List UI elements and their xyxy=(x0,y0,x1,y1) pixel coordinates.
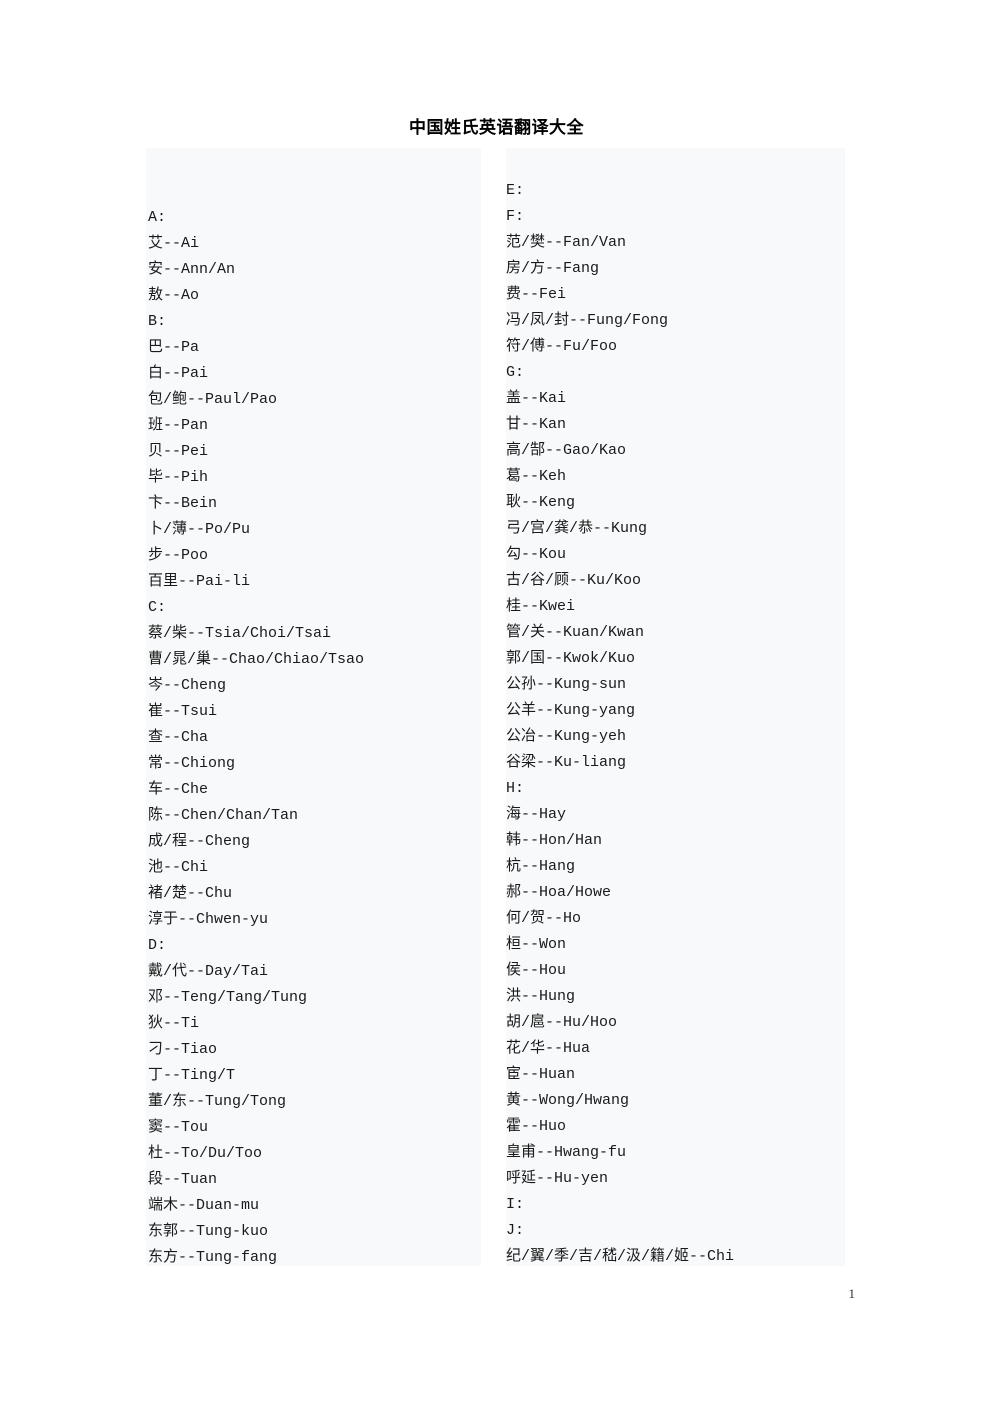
surname-entry: 侯--Hou xyxy=(506,962,567,979)
surname-entry: 蔡/柴--Tsia/Choi/Tsai xyxy=(148,625,332,642)
surname-entry: 甘--Kan xyxy=(506,416,567,433)
surname-entry: 公羊--Kung-yang xyxy=(506,702,636,719)
section-heading: A: xyxy=(148,209,167,226)
surname-entry: 百里--Pai-li xyxy=(148,573,251,590)
surname-entry: 纪/翼/季/吉/嵇/汲/籍/姬--Chi xyxy=(506,1248,735,1265)
surname-entry: 车--Che xyxy=(148,781,209,798)
surname-entry: 房/方--Fang xyxy=(506,260,600,277)
surname-entry: 毕--Pih xyxy=(148,469,209,486)
surname-entry: 公孙--Kung-sun xyxy=(506,676,627,693)
surname-entry: 胡/扈--Hu/Hoo xyxy=(506,1014,618,1031)
section-heading: F: xyxy=(506,208,525,225)
surname-entry: 霍--Huo xyxy=(506,1118,567,1135)
section-heading: C: xyxy=(148,599,167,616)
surname-entry: 桓--Won xyxy=(506,936,567,953)
surname-entry: 卜/薄--Po/Pu xyxy=(148,521,251,538)
surname-entry: 高/郜--Gao/Kao xyxy=(506,442,627,459)
surname-entry: 包/鲍--Paul/Pao xyxy=(148,391,278,408)
section-heading: I: xyxy=(506,1196,525,1213)
section-heading: B: xyxy=(148,313,167,330)
section-heading: J: xyxy=(506,1222,525,1239)
surname-entry: 邓--Teng/Tang/Tung xyxy=(148,989,308,1006)
section-heading: G: xyxy=(506,364,525,381)
surname-entry: 古/谷/顾--Ku/Koo xyxy=(506,572,642,589)
surname-entry: 宦--Huan xyxy=(506,1066,576,1083)
surname-entry: 东郭--Tung-kuo xyxy=(148,1223,269,1240)
surname-entry: 淳于--Chwen-yu xyxy=(148,911,269,928)
surname-entry: 盖--Kai xyxy=(506,390,567,407)
surname-entry: 符/傅--Fu/Foo xyxy=(506,338,618,355)
surname-entry: 贝--Pei xyxy=(148,443,209,460)
surname-entry: 陈--Chen/Chan/Tan xyxy=(148,807,299,824)
surname-entry: 杭--Hang xyxy=(506,858,576,875)
surname-entry: 管/关--Kuan/Kwan xyxy=(506,624,645,641)
surname-entry: 端木--Duan-mu xyxy=(148,1197,260,1214)
surname-entry: 公冶--Kung-yeh xyxy=(506,728,627,745)
section-heading: H: xyxy=(506,780,525,797)
surname-entry: 勾--Kou xyxy=(506,546,567,563)
section-heading: D: xyxy=(148,937,167,954)
surname-entry: 狄--Ti xyxy=(148,1015,200,1032)
surname-entry: 段--Tuan xyxy=(148,1171,218,1188)
surname-entry: 安--Ann/An xyxy=(148,261,236,278)
surname-entry: 杜--To/Du/Too xyxy=(148,1145,263,1162)
surname-entry: 洪--Hung xyxy=(506,988,576,1005)
surname-entry: 查--Cha xyxy=(148,729,209,746)
surname-entry: 韩--Hon/Han xyxy=(506,832,603,849)
surname-entry: 崔--Tsui xyxy=(148,703,218,720)
surname-entry: 成/程--Cheng xyxy=(148,833,251,850)
surname-entry: 常--Chiong xyxy=(148,755,236,772)
surname-entry: 范/樊--Fan/Van xyxy=(506,234,627,251)
surname-entry: 谷梁--Ku-liang xyxy=(506,754,627,771)
surname-entry: 费--Fei xyxy=(506,286,567,303)
surname-entry: 巴--Pa xyxy=(148,339,200,356)
surname-entry: 董/东--Tung/Tong xyxy=(148,1093,287,1110)
surname-entry: 郭/国--Kwok/Kuo xyxy=(506,650,636,667)
surname-entry: 池--Chi xyxy=(148,859,209,876)
surname-entry: 刁--Tiao xyxy=(148,1041,218,1058)
surname-entry: 葛--Keh xyxy=(506,468,567,485)
page-number: 1 xyxy=(848,1286,856,1301)
column-gutter xyxy=(481,148,506,1266)
surname-entry: 卞--Bein xyxy=(148,495,218,512)
surname-entry: 皇甫--Hwang-fu xyxy=(506,1144,627,1161)
surname-column-left: A: 艾--Ai 安--Ann/An 敖--Ao B: 巴--Pa 白--Pai 包/鲍--P… xyxy=(148,205,478,1271)
surname-entry: 岑--Cheng xyxy=(148,677,227,694)
surname-entry: 丁--Ting/T xyxy=(148,1067,236,1084)
surname-entry: 敖--Ao xyxy=(148,287,200,304)
surname-entry: 耿--Keng xyxy=(506,494,576,511)
surname-entry: 戴/代--Day/Tai xyxy=(148,963,269,980)
page-title: 中国姓氏英语翻译大全 xyxy=(409,118,584,137)
surname-entry: 何/贺--Ho xyxy=(506,910,582,927)
surname-entry: 班--Pan xyxy=(148,417,209,434)
surname-entry: 弓/宫/龚/恭--Kung xyxy=(506,520,648,537)
surname-entry: 冯/凤/封--Fung/Fong xyxy=(506,312,669,329)
surname-entry: 海--Hay xyxy=(506,806,567,823)
surname-entry: 黄--Wong/Hwang xyxy=(506,1092,630,1109)
surname-entry: 艾--Ai xyxy=(148,235,200,252)
surname-entry: 郝--Hoa/Howe xyxy=(506,884,612,901)
surname-column-right: E: F: 范/樊--Fan/Van 房/方--Fang 费--Fei 冯/凤/封--Fu… xyxy=(506,178,846,1270)
section-heading: E: xyxy=(506,182,525,199)
surname-entry: 花/华--Hua xyxy=(506,1040,591,1057)
surname-entry: 呼延--Hu-yen xyxy=(506,1170,609,1187)
surname-entry: 步--Poo xyxy=(148,547,209,564)
surname-entry: 窦--Tou xyxy=(148,1119,209,1136)
document-page: 中国姓氏英语翻译大全 A: 艾--Ai 安--Ann/An 敖--Ao B: 巴--Pa 白… xyxy=(0,0,993,1404)
surname-entry: 曹/晁/巢--Chao/Chiao/Tsao xyxy=(148,651,365,668)
surname-entry: 褚/楚--Chu xyxy=(148,885,233,902)
surname-entry: 桂--Kwei xyxy=(506,598,576,615)
surname-entry: 东方--Tung-fang xyxy=(148,1249,278,1266)
surname-entry: 白--Pai xyxy=(148,365,209,382)
